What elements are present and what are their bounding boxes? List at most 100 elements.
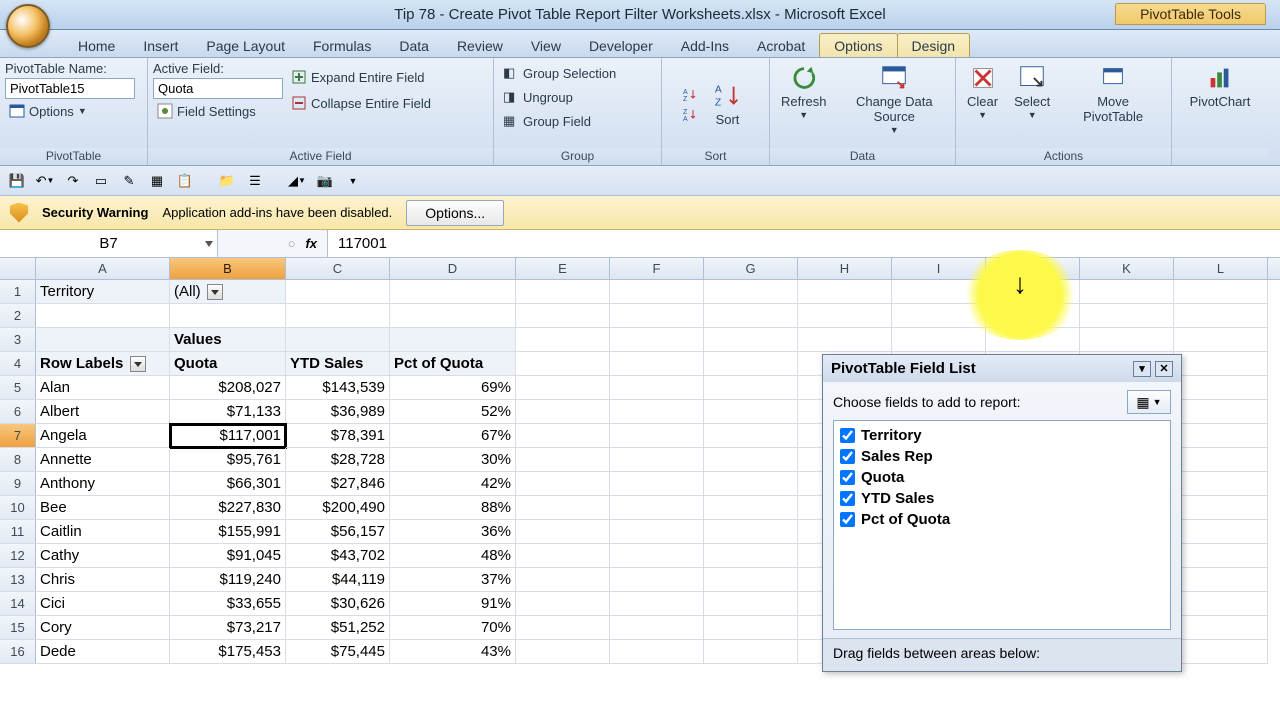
cell[interactable] (1174, 328, 1268, 352)
tab-options[interactable]: Options (819, 33, 897, 57)
worksheet-grid[interactable]: A B C D E F G H I J K L 1Territory(All) … (0, 258, 1280, 664)
col-header-d[interactable]: D (390, 258, 516, 279)
field-list-item[interactable]: Quota (838, 467, 1166, 488)
qat-btn-5[interactable]: 📁 (216, 170, 238, 192)
undo-icon[interactable]: ↶▼ (34, 170, 56, 192)
cell[interactable]: $28,728 (286, 448, 390, 472)
cell[interactable] (516, 352, 610, 376)
chevron-down-icon[interactable] (205, 241, 213, 247)
row-header[interactable]: 5 (0, 376, 36, 400)
cell[interactable] (610, 544, 704, 568)
pivotchart-button[interactable]: PivotChart (1184, 61, 1257, 112)
refresh-button[interactable]: Refresh▼ (775, 61, 833, 122)
row-header[interactable]: 7 (0, 424, 36, 448)
cell[interactable] (610, 352, 704, 376)
sort-desc-icon[interactable]: ZA (683, 107, 699, 123)
move-pivottable-button[interactable]: Move PivotTable (1060, 61, 1166, 127)
cell[interactable] (1174, 592, 1268, 616)
cell[interactable]: $143,539 (286, 376, 390, 400)
tab-developer[interactable]: Developer (575, 34, 667, 57)
cell[interactable]: 70% (390, 616, 516, 640)
field-checkbox[interactable] (840, 512, 855, 527)
cell[interactable]: $175,453 (170, 640, 286, 664)
cell[interactable]: $44,119 (286, 568, 390, 592)
field-list-layout-button[interactable]: ▦▼ (1127, 390, 1171, 414)
cell[interactable]: $75,445 (286, 640, 390, 664)
row-header[interactable]: 2 (0, 304, 36, 328)
cell[interactable] (1174, 640, 1268, 664)
security-options-button[interactable]: Options... (406, 200, 504, 226)
col-header-c[interactable]: C (286, 258, 390, 279)
col-header-l[interactable]: L (1174, 258, 1268, 279)
cell[interactable] (610, 448, 704, 472)
row-header[interactable]: 8 (0, 448, 36, 472)
cell[interactable] (704, 376, 798, 400)
cell[interactable] (610, 616, 704, 640)
col-header-a[interactable]: A (36, 258, 170, 279)
cell[interactable]: 67% (390, 424, 516, 448)
redo-icon[interactable]: ↷ (62, 170, 84, 192)
row-header[interactable]: 16 (0, 640, 36, 664)
field-list-item[interactable]: YTD Sales (838, 488, 1166, 509)
cell[interactable] (36, 328, 170, 352)
cell[interactable]: 37% (390, 568, 516, 592)
cell[interactable] (798, 328, 892, 352)
cell[interactable] (516, 424, 610, 448)
qat-btn-6[interactable]: ☰ (244, 170, 266, 192)
row-header[interactable]: 15 (0, 616, 36, 640)
field-checkbox[interactable] (840, 449, 855, 464)
cell[interactable] (390, 328, 516, 352)
cell[interactable]: 88% (390, 496, 516, 520)
cell[interactable]: 48% (390, 544, 516, 568)
tab-acrobat[interactable]: Acrobat (743, 34, 819, 57)
cell[interactable]: Cathy (36, 544, 170, 568)
fx-icon[interactable]: fx (305, 236, 317, 251)
field-checkbox[interactable] (840, 428, 855, 443)
cell[interactable]: $227,830 (170, 496, 286, 520)
row-header[interactable]: 9 (0, 472, 36, 496)
cell[interactable] (286, 280, 390, 304)
cell[interactable]: $200,490 (286, 496, 390, 520)
row-header[interactable]: 14 (0, 592, 36, 616)
cell[interactable] (986, 328, 1080, 352)
cell[interactable] (516, 568, 610, 592)
cell[interactable]: $43,702 (286, 544, 390, 568)
cell[interactable] (390, 280, 516, 304)
cell[interactable] (610, 640, 704, 664)
cell[interactable] (704, 280, 798, 304)
tab-formulas[interactable]: Formulas (299, 34, 385, 57)
cell[interactable] (798, 304, 892, 328)
qat-more-icon[interactable]: ▼ (342, 170, 364, 192)
cell[interactable] (1080, 280, 1174, 304)
cell[interactable] (610, 304, 704, 328)
cell[interactable]: Caitlin (36, 520, 170, 544)
qat-btn-3[interactable]: ▦ (146, 170, 168, 192)
cell[interactable]: Albert (36, 400, 170, 424)
cell[interactable]: Row Labels (36, 352, 170, 376)
cell[interactable] (704, 424, 798, 448)
field-settings-button[interactable]: Field Settings (153, 101, 283, 121)
cell[interactable]: 52% (390, 400, 516, 424)
change-data-source-button[interactable]: Change Data Source▼ (839, 61, 950, 137)
cell[interactable] (1174, 568, 1268, 592)
cell[interactable] (286, 328, 390, 352)
select-all-corner[interactable] (0, 258, 36, 279)
active-field-input[interactable] (153, 78, 283, 99)
cell[interactable] (892, 280, 986, 304)
cell[interactable] (516, 640, 610, 664)
cell[interactable] (986, 280, 1080, 304)
cell[interactable] (516, 376, 610, 400)
cell[interactable] (1174, 352, 1268, 376)
cell[interactable]: Dede (36, 640, 170, 664)
cell[interactable] (390, 304, 516, 328)
cell[interactable]: $91,045 (170, 544, 286, 568)
cell[interactable] (516, 592, 610, 616)
cell[interactable]: Quota (170, 352, 286, 376)
field-list-item[interactable]: Territory (838, 425, 1166, 446)
cell[interactable] (516, 544, 610, 568)
cell[interactable] (36, 304, 170, 328)
cell[interactable] (704, 568, 798, 592)
cell[interactable] (286, 304, 390, 328)
cell[interactable]: 91% (390, 592, 516, 616)
field-list-item[interactable]: Pct of Quota (838, 509, 1166, 530)
